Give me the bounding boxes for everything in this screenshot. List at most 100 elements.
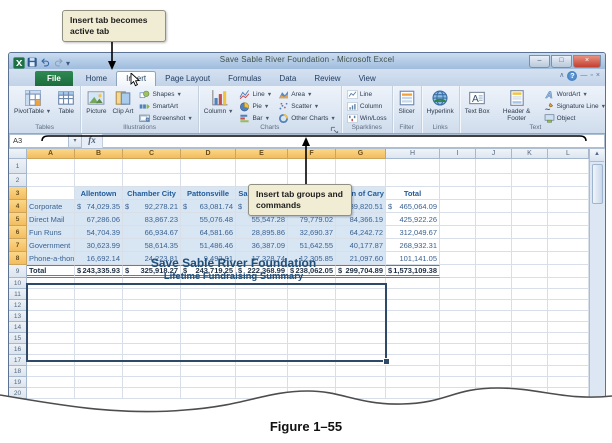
column-header-b[interactable]: B (75, 149, 123, 159)
column-header-a[interactable]: A (27, 149, 75, 159)
cell-C9[interactable]: $325,918.27 (123, 265, 181, 278)
row-header-18[interactable]: 18 (9, 366, 27, 377)
tab-data[interactable]: Data (270, 72, 305, 86)
row-header-10[interactable]: 10 (9, 278, 27, 289)
workbook-close-button[interactable]: × (596, 71, 600, 81)
cell-J11[interactable] (476, 289, 512, 300)
cell-K10[interactable] (512, 278, 548, 289)
cell-B10[interactable] (75, 278, 123, 289)
close-button[interactable]: × (573, 55, 601, 68)
cell-C8[interactable]: 24,223.81 (123, 252, 181, 265)
formula-input[interactable] (103, 134, 605, 148)
cell-H4[interactable]: $465,064.09 (386, 200, 440, 213)
cell-E10[interactable] (236, 278, 288, 289)
cell-I19[interactable] (440, 377, 476, 388)
cell-B2[interactable] (75, 174, 123, 187)
cell-J1[interactable] (476, 159, 512, 174)
cell-B13[interactable] (75, 311, 123, 322)
cell-C7[interactable]: 58,614.35 (123, 239, 181, 252)
cell-B7[interactable]: 30,623.99 (75, 239, 123, 252)
cell-G12[interactable] (336, 300, 386, 311)
cell-D1[interactable] (181, 159, 236, 174)
cell-C4[interactable]: $92,278.21 (123, 200, 181, 213)
object-button[interactable]: Object (542, 113, 605, 124)
line-button[interactable]: Line ▼ (237, 89, 274, 100)
cell-G14[interactable] (336, 322, 386, 333)
row-header-14[interactable]: 14 (9, 322, 27, 333)
cell-L12[interactable] (548, 300, 589, 311)
cell-E8[interactable]: 17,328.74 (236, 252, 288, 265)
cell-B11[interactable] (75, 289, 123, 300)
cell-D15[interactable] (181, 333, 236, 344)
cell-C3[interactable]: Chamber City (123, 187, 181, 200)
cell-L4[interactable] (548, 200, 589, 213)
row-header-11[interactable]: 11 (9, 289, 27, 300)
charts-dialog-launcher[interactable] (330, 122, 339, 133)
cell-H6[interactable]: 312,049.67 (386, 226, 440, 239)
cell-J15[interactable] (476, 333, 512, 344)
bar-button[interactable]: Bar ▼ (237, 113, 274, 124)
cell-L19[interactable] (548, 377, 589, 388)
text-box-button[interactable]: A Text Box (463, 88, 492, 116)
cell-F10[interactable] (288, 278, 336, 289)
select-all-corner[interactable] (9, 149, 27, 159)
cell-E15[interactable] (236, 333, 288, 344)
cell-A14[interactable] (27, 322, 75, 333)
cell-L1[interactable] (548, 159, 589, 174)
cell-G19[interactable] (336, 377, 386, 388)
cell-F17[interactable] (288, 355, 336, 366)
cell-D4[interactable]: $63,081.74 (181, 200, 236, 213)
cell-J18[interactable] (476, 366, 512, 377)
cell-I9[interactable] (440, 265, 476, 278)
cell-H2[interactable] (386, 174, 440, 187)
ribbon-collapse-icon[interactable]: ∧ (559, 71, 564, 81)
cell-C19[interactable] (123, 377, 181, 388)
cell-B14[interactable] (75, 322, 123, 333)
cell-G7[interactable]: 40,177.87 (336, 239, 386, 252)
row-header-16[interactable]: 16 (9, 344, 27, 355)
tab-review[interactable]: Review (305, 72, 349, 86)
cell-H11[interactable] (386, 289, 440, 300)
cell-G16[interactable] (336, 344, 386, 355)
cell-I13[interactable] (440, 311, 476, 322)
cell-D20[interactable] (181, 388, 236, 399)
cell-L11[interactable] (548, 289, 589, 300)
slicer-button[interactable]: Slicer (396, 88, 418, 116)
cell-A10[interactable] (27, 278, 75, 289)
cell-C6[interactable]: 66,934.67 (123, 226, 181, 239)
cell-D6[interactable]: 64,581.66 (181, 226, 236, 239)
cell-E18[interactable] (236, 366, 288, 377)
cell-J4[interactable] (476, 200, 512, 213)
cell-E13[interactable] (236, 311, 288, 322)
cell-K11[interactable] (512, 289, 548, 300)
workbook-restore-button[interactable]: ▫ (590, 71, 592, 81)
cell-G13[interactable] (336, 311, 386, 322)
cell-G18[interactable] (336, 366, 386, 377)
cell-A9[interactable]: Total (27, 265, 75, 278)
cell-E9[interactable]: $222,368.99 (236, 265, 288, 278)
cell-L14[interactable] (548, 322, 589, 333)
cell-L8[interactable] (548, 252, 589, 265)
cell-L5[interactable] (548, 213, 589, 226)
cell-B18[interactable] (75, 366, 123, 377)
cell-J20[interactable] (476, 388, 512, 399)
cell-L2[interactable] (548, 174, 589, 187)
cell-L9[interactable] (548, 265, 589, 278)
cell-D2[interactable] (181, 174, 236, 187)
cell-I4[interactable] (440, 200, 476, 213)
vertical-scrollbar[interactable]: ▲ (589, 149, 604, 401)
cell-J19[interactable] (476, 377, 512, 388)
cell-L17[interactable] (548, 355, 589, 366)
cell-H13[interactable] (386, 311, 440, 322)
cell-L13[interactable] (548, 311, 589, 322)
hyperlink-button[interactable]: Hyperlink (425, 88, 456, 116)
cell-B6[interactable]: 54,704.39 (75, 226, 123, 239)
cell-F15[interactable] (288, 333, 336, 344)
column-header-i[interactable]: I (440, 149, 476, 159)
row-header-17[interactable]: 17 (9, 355, 27, 366)
cell-H7[interactable]: 268,932.31 (386, 239, 440, 252)
column-header-f[interactable]: F (288, 149, 336, 159)
cell-C20[interactable] (123, 388, 181, 399)
cell-L18[interactable] (548, 366, 589, 377)
wordart-button[interactable]: A WordArt ▼ (542, 89, 605, 100)
